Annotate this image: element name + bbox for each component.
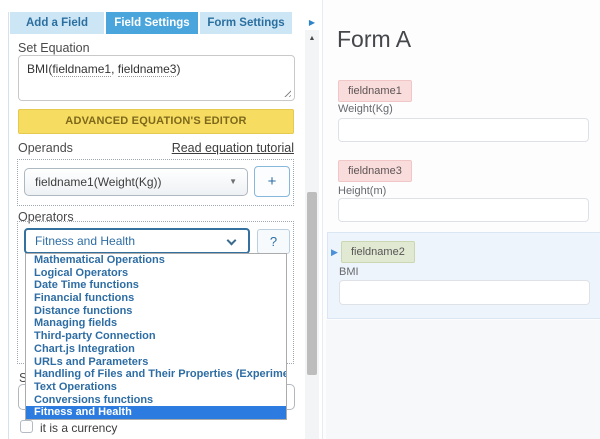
operand-select-value: fieldname1(Weight(Kg))	[35, 175, 162, 189]
operator-select-value: Fitness and Health	[35, 234, 135, 248]
field-label-weight: Weight(Kg)	[338, 103, 393, 115]
field-input-height[interactable]	[338, 198, 589, 222]
field-label-height: Height(m)	[338, 185, 386, 197]
dropdown-option[interactable]: Third-party Connection	[26, 330, 286, 343]
tab-field-settings[interactable]: Field Settings	[106, 12, 198, 34]
dropdown-option[interactable]: Distance functions	[26, 305, 286, 318]
chevron-down-icon	[227, 236, 237, 246]
dropdown-option[interactable]: Logical Operators	[26, 267, 286, 280]
dropdown-option[interactable]: Date Time functions	[26, 279, 286, 292]
operand-select[interactable]: fieldname1(Weight(Kg)) ▼	[24, 168, 248, 196]
field-badge-fieldname1[interactable]: fieldname1	[338, 80, 412, 102]
scrollbar-thumb[interactable]	[307, 192, 317, 375]
dropdown-option[interactable]: Mathematical Operations	[26, 254, 286, 267]
preview-background-area	[326, 320, 600, 439]
field-badge-fieldname3[interactable]: fieldname3	[338, 160, 412, 182]
equation-textarea[interactable]: BMI(fieldname1, fieldname3)	[18, 55, 295, 101]
currency-checkbox-label: it is a currency	[40, 421, 117, 435]
read-equation-tutorial-link[interactable]: Read equation tutorial	[18, 141, 294, 155]
resize-handle-icon[interactable]	[282, 88, 291, 97]
field-label-bmi: BMI	[339, 266, 359, 278]
currency-checkbox[interactable]	[20, 420, 33, 433]
operator-options-list: Mathematical Operations Logical Operator…	[25, 253, 287, 420]
dropdown-caret-icon: ▼	[229, 169, 237, 195]
set-equation-label: Set Equation	[18, 41, 90, 55]
dropdown-option[interactable]: Text Operations	[26, 381, 286, 394]
add-operand-button[interactable]: +	[254, 166, 290, 197]
tab-form-settings[interactable]: Form Settings	[200, 12, 292, 34]
form-preview-panel: Form A fieldname1 Weight(Kg) fieldname3 …	[322, 0, 600, 439]
selected-field-arrow-icon: ▶	[331, 247, 338, 258]
tab-add-a-field[interactable]: Add a Field	[10, 12, 104, 34]
dropdown-option[interactable]: Financial functions	[26, 292, 286, 305]
scroll-up-icon[interactable]: ▲	[305, 35, 319, 42]
field-input-bmi[interactable]	[339, 280, 590, 305]
equation-text: BMI(fieldname1, fieldname3)	[27, 62, 180, 77]
dropdown-option[interactable]: URLs and Parameters	[26, 356, 286, 369]
dropdown-option[interactable]: Chart.js Integration	[26, 343, 286, 356]
dropdown-option-selected[interactable]: Fitness and Health	[26, 406, 286, 419]
dropdown-option[interactable]: Conversions functions	[26, 394, 286, 407]
field-badge-fieldname2[interactable]: fieldname2	[341, 241, 415, 263]
form-title: Form A	[337, 26, 411, 53]
dropdown-option[interactable]: Handling of Files and Their Properties (…	[26, 368, 286, 381]
operator-help-button[interactable]: ?	[257, 229, 290, 254]
advanced-equation-editor-button[interactable]: ADVANCED EQUATION'S EDITOR	[18, 109, 294, 134]
operator-select[interactable]: Fitness and Health	[24, 228, 250, 254]
field-input-weight[interactable]	[338, 118, 589, 142]
dropdown-option[interactable]: Managing fields	[26, 317, 286, 330]
